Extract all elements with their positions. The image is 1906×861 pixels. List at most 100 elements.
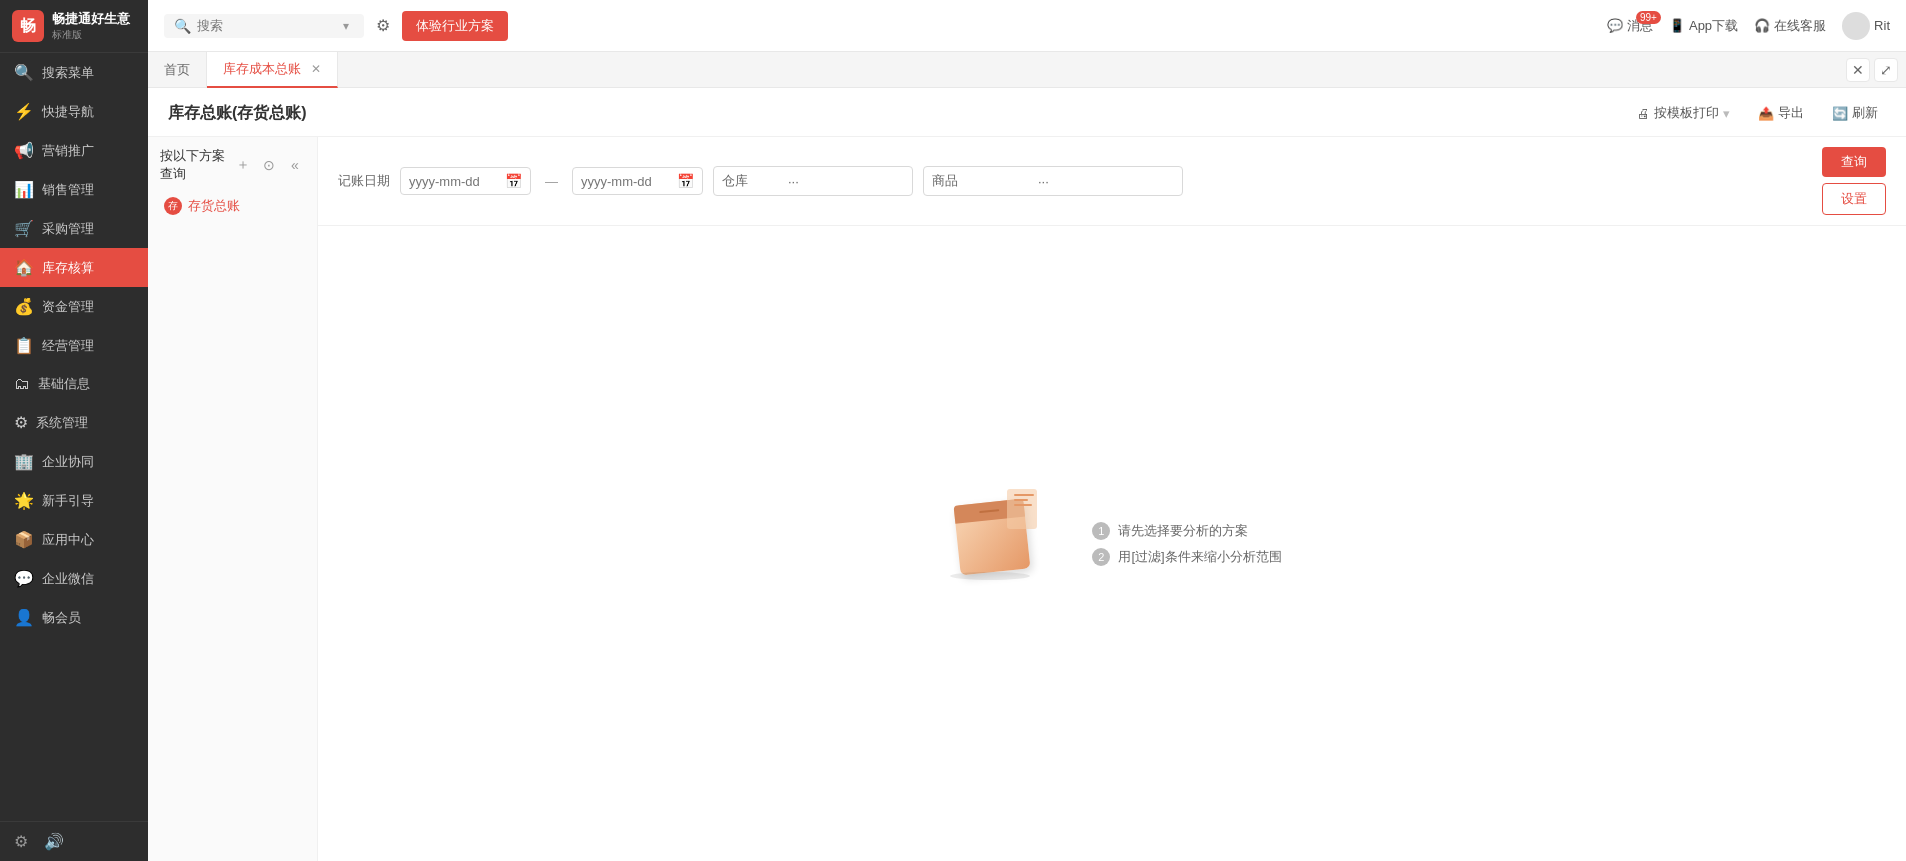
tab-close-icon[interactable]: ✕ bbox=[311, 62, 321, 76]
date-start-input[interactable]: 📅 bbox=[400, 167, 531, 195]
sidebar-item-sales[interactable]: 📊 销售管理 bbox=[0, 170, 148, 209]
page-title: 库存总账(存货总账) bbox=[168, 103, 307, 124]
industry-btn[interactable]: 体验行业方案 bbox=[402, 11, 508, 41]
filter-bar: 记账日期 📅 — 📅 仓库 ··· 商品 bbox=[318, 137, 1906, 226]
hint-num-2: 2 bbox=[1092, 548, 1110, 566]
sidebar-item-label: 库存核算 bbox=[42, 259, 94, 277]
right-panel: 记账日期 📅 — 📅 仓库 ··· 商品 bbox=[318, 137, 1906, 861]
version-label: 标准版 bbox=[52, 28, 130, 41]
sidebar-item-apps[interactable]: 📦 应用中心 bbox=[0, 520, 148, 559]
settings-footer-icon[interactable]: ⚙ bbox=[14, 832, 28, 851]
sidebar-item-system[interactable]: ⚙ 系统管理 bbox=[0, 403, 148, 442]
product-more-icon: ··· bbox=[1038, 174, 1049, 189]
topbar: 🔍 ▾ ⚙ 体验行业方案 💬 消息 99+ 📱 App下载 🎧 在线客服 Rit bbox=[148, 0, 1906, 52]
tab-inventory-ledger-label: 库存成本总账 bbox=[223, 60, 301, 78]
scheme-header-actions: ＋ ⊙ « bbox=[233, 155, 305, 175]
warehouse-select[interactable]: 仓库 ··· bbox=[713, 166, 913, 196]
sidebar-footer: ⚙ 🔊 bbox=[0, 821, 148, 861]
message-icon: 💬 bbox=[1607, 18, 1623, 33]
date-end-field[interactable] bbox=[581, 174, 671, 189]
export-label: 导出 bbox=[1778, 104, 1804, 122]
online-service-label: 在线客服 bbox=[1774, 17, 1826, 35]
search-icon: 🔍 bbox=[14, 63, 34, 82]
export-btn[interactable]: 📤 导出 bbox=[1750, 100, 1812, 126]
operation-icon: 📋 bbox=[14, 336, 34, 355]
logo-text: 畅捷通好生意 标准版 bbox=[52, 11, 130, 41]
sales-icon: 📊 bbox=[14, 180, 34, 199]
print-btn[interactable]: 🖨 按模板打印 ▾ bbox=[1629, 100, 1738, 126]
hint-text-2: 用[过滤]条件来缩小分析范围 bbox=[1118, 548, 1281, 566]
collapse-scheme-icon[interactable]: « bbox=[285, 155, 305, 175]
brand-name: 畅捷通好生意 bbox=[52, 11, 130, 28]
basic-icon: 🗂 bbox=[14, 375, 30, 393]
sidebar-item-inventory[interactable]: 🏠 库存核算 bbox=[0, 248, 148, 287]
messages-item[interactable]: 💬 消息 99+ bbox=[1607, 17, 1653, 35]
export-icon: 📤 bbox=[1758, 106, 1774, 121]
product-select[interactable]: 商品 ··· bbox=[923, 166, 1183, 196]
sidebar-item-label: 销售管理 bbox=[42, 181, 94, 199]
search-input[interactable] bbox=[197, 18, 337, 33]
warehouse-more-icon: ··· bbox=[788, 174, 799, 189]
date-start-field[interactable] bbox=[409, 174, 499, 189]
avatar bbox=[1842, 12, 1870, 40]
empty-hint-1: 1 请先选择要分析的方案 bbox=[1092, 522, 1281, 540]
tab-inventory-ledger[interactable]: 库存成本总账 ✕ bbox=[207, 52, 338, 88]
sidebar-item-newbie[interactable]: 🌟 新手引导 bbox=[0, 481, 148, 520]
query-button[interactable]: 查询 bbox=[1822, 147, 1886, 177]
enterprise-icon: 🏢 bbox=[14, 452, 34, 471]
quicknav-icon: ⚡ bbox=[14, 102, 34, 121]
newbie-icon: 🌟 bbox=[14, 491, 34, 510]
sidebar-item-enterprise[interactable]: 🏢 企业协同 bbox=[0, 442, 148, 481]
panel-close-button[interactable]: ✕ bbox=[1846, 58, 1870, 82]
sidebar-item-label: 应用中心 bbox=[42, 531, 94, 549]
search-magnifier-icon: 🔍 bbox=[174, 18, 191, 34]
sidebar-item-finance[interactable]: 💰 资金管理 bbox=[0, 287, 148, 326]
sidebar-item-label: 畅会员 bbox=[42, 609, 81, 627]
sidebar-item-operation[interactable]: 📋 经营管理 bbox=[0, 326, 148, 365]
sidebar-item-marketing[interactable]: 📢 营销推广 bbox=[0, 131, 148, 170]
online-service-item[interactable]: 🎧 在线客服 bbox=[1754, 17, 1826, 35]
settings-button[interactable]: 设置 bbox=[1822, 183, 1886, 215]
panel-expand-button[interactable]: ⤢ bbox=[1874, 58, 1898, 82]
sidebar-item-quicknav[interactable]: ⚡ 快捷导航 bbox=[0, 92, 148, 131]
scheme-panel-title: 按以下方案查询 bbox=[160, 147, 233, 183]
sidebar-item-label: 新手引导 bbox=[42, 492, 94, 510]
sound-footer-icon[interactable]: 🔊 bbox=[44, 832, 64, 851]
app-download-item[interactable]: 📱 App下载 bbox=[1669, 17, 1738, 35]
scheme-item-inventory-ledger[interactable]: 存 存货总账 bbox=[148, 189, 317, 223]
box-lines bbox=[1014, 494, 1034, 506]
chevron-down-icon: ▾ bbox=[343, 19, 349, 33]
gear-icon[interactable]: ⚙ bbox=[376, 16, 390, 35]
product-label: 商品 bbox=[932, 172, 958, 190]
calendar-start-icon[interactable]: 📅 bbox=[505, 173, 522, 189]
sidebar-item-label: 搜索菜单 bbox=[42, 64, 94, 82]
date-end-input[interactable]: 📅 bbox=[572, 167, 703, 195]
manage-scheme-icon[interactable]: ⊙ bbox=[259, 155, 279, 175]
sidebar-scroll: 🔍 搜索菜单 ⚡ 快捷导航 📢 营销推广 📊 销售管理 🛒 采购管理 🏠 库存核… bbox=[0, 53, 148, 821]
sidebar-item-purchase[interactable]: 🛒 采购管理 bbox=[0, 209, 148, 248]
marketing-icon: 📢 bbox=[14, 141, 34, 160]
calendar-end-icon[interactable]: 📅 bbox=[677, 173, 694, 189]
member-icon: 👤 bbox=[14, 608, 34, 627]
inventory-icon: 🏠 bbox=[14, 258, 34, 277]
page-header: 库存总账(存货总账) 🖨 按模板打印 ▾ 📤 导出 🔄 刷新 bbox=[148, 88, 1906, 137]
sidebar-item-member[interactable]: 👤 畅会员 bbox=[0, 598, 148, 637]
purchase-icon: 🛒 bbox=[14, 219, 34, 238]
scheme-item-label: 存货总账 bbox=[188, 197, 240, 215]
sidebar-item-label: 企业协同 bbox=[42, 453, 94, 471]
date-field-label: 记账日期 bbox=[338, 172, 390, 190]
sidebar-item-search[interactable]: 🔍 搜索菜单 bbox=[0, 53, 148, 92]
sidebar-item-label: 资金管理 bbox=[42, 298, 94, 316]
tab-home[interactable]: 首页 bbox=[148, 52, 207, 88]
sidebar-item-wechat[interactable]: 💬 企业微信 bbox=[0, 559, 148, 598]
topbar-search-box[interactable]: 🔍 ▾ bbox=[164, 14, 364, 38]
sidebar-logo: 畅 畅捷通好生意 标准版 bbox=[0, 0, 148, 53]
sidebar-item-basic[interactable]: 🗂 基础信息 bbox=[0, 365, 148, 403]
user-profile[interactable]: Rit bbox=[1842, 12, 1890, 40]
refresh-btn[interactable]: 🔄 刷新 bbox=[1824, 100, 1886, 126]
sidebar-item-label: 系统管理 bbox=[36, 414, 88, 432]
messages-badge: 99+ bbox=[1636, 11, 1661, 24]
system-icon: ⚙ bbox=[14, 413, 28, 432]
add-scheme-icon[interactable]: ＋ bbox=[233, 155, 253, 175]
scheme-panel-header: 按以下方案查询 ＋ ⊙ « bbox=[148, 137, 317, 189]
